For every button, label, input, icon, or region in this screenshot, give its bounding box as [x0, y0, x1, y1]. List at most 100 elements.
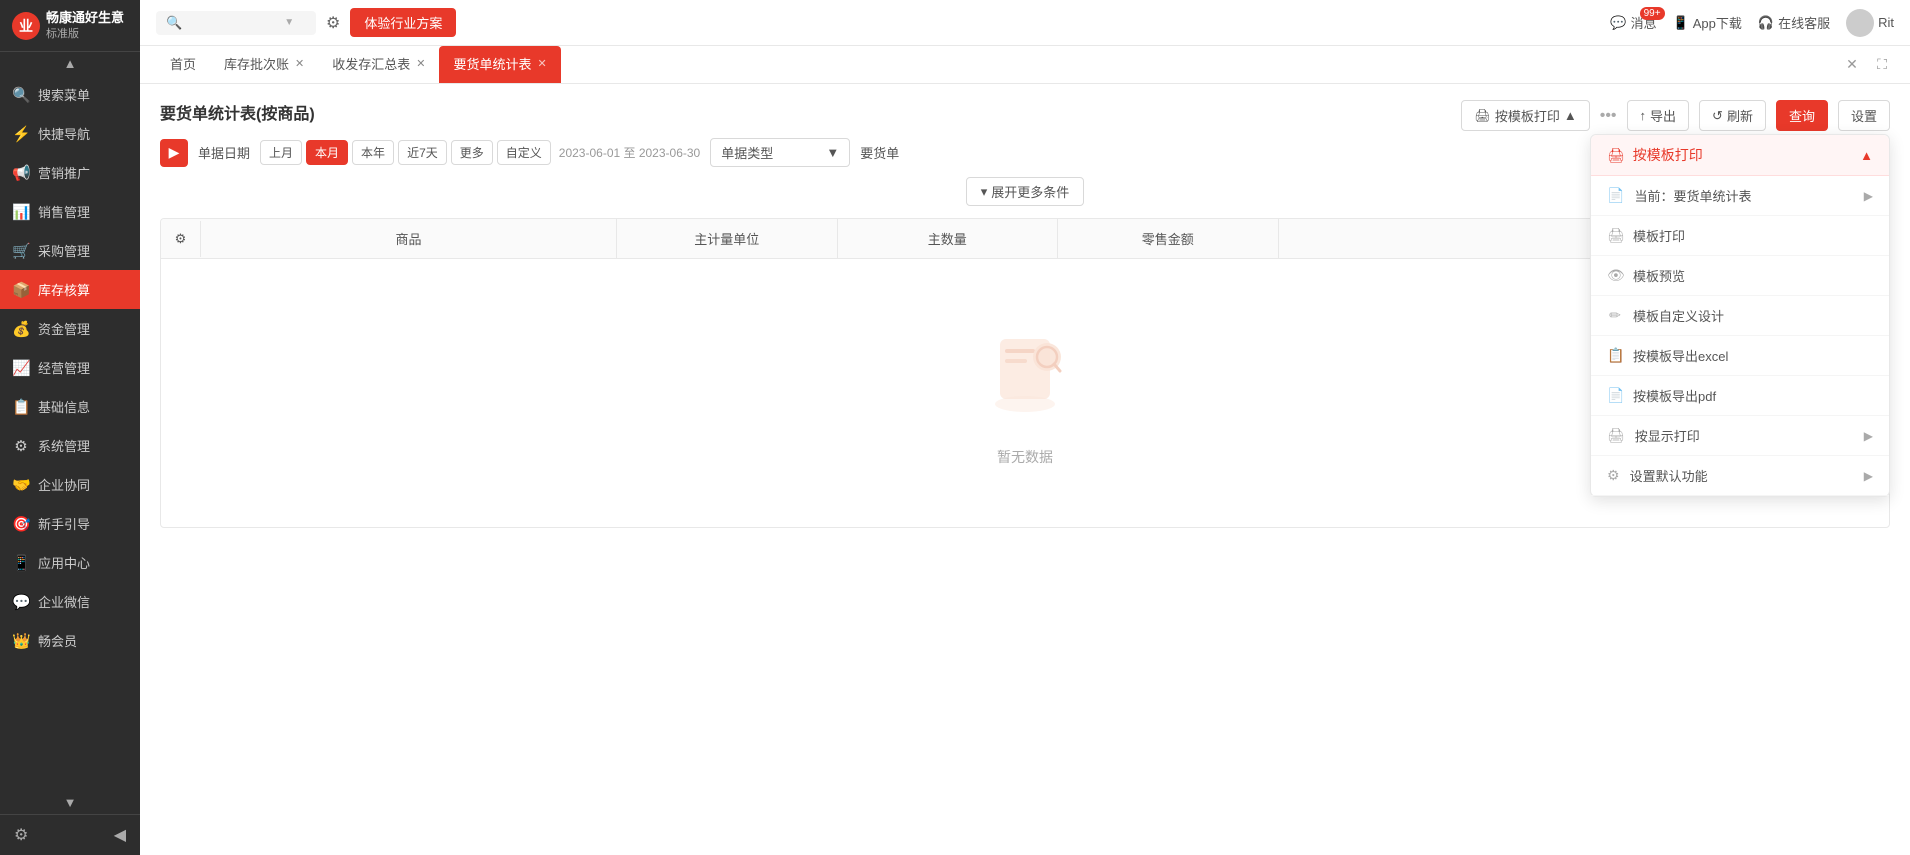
- trial-btn[interactable]: 体验行业方案: [350, 8, 456, 37]
- th-settings[interactable]: ⚙: [161, 221, 201, 257]
- sidebar-item-membership[interactable]: 👑 畅会员: [0, 621, 140, 660]
- settings-icon[interactable]: ⚙: [14, 825, 28, 845]
- quick-nav-icon: ⚡: [12, 125, 30, 143]
- sidebar-item-purchase[interactable]: 🛒 采购管理: [0, 231, 140, 270]
- set-default-chevron: ▶: [1864, 469, 1873, 483]
- search-menu-icon: 🔍: [12, 86, 30, 104]
- sidebar-item-inventory[interactable]: 📦 库存核算: [0, 270, 140, 309]
- more-options-btn[interactable]: •••: [1600, 107, 1617, 125]
- avatar: [1846, 9, 1874, 37]
- export-btn[interactable]: ↑ 导出: [1627, 100, 1690, 131]
- dropdown-chevron-up-icon: ▲: [1860, 148, 1873, 163]
- gear-icon[interactable]: ⚙: [326, 13, 340, 33]
- sidebar-item-system[interactable]: ⚙ 系统管理: [0, 426, 140, 465]
- date-btn-custom[interactable]: 自定义: [497, 140, 551, 165]
- sidebar-item-corp-wechat[interactable]: 💬 企业微信: [0, 582, 140, 621]
- tab-inventory-batch[interactable]: 库存批次账 ✕: [210, 46, 318, 83]
- app-download-btn[interactable]: 📱 App下载: [1673, 13, 1742, 32]
- print-template-header-icon: 🖨: [1607, 147, 1625, 164]
- tab-order-stats[interactable]: 要货单统计表 ✕: [439, 46, 560, 83]
- tab-home[interactable]: 首页: [156, 46, 210, 83]
- tabs-right: ✕ ⛶: [1840, 53, 1894, 77]
- dropdown-current-left: 📄 当前：要货单统计表: [1607, 186, 1751, 205]
- sidebar-logo: 业 畅康通好生意 标准版: [0, 0, 140, 52]
- export-icon: ↑: [1640, 108, 1647, 123]
- sidebar-item-finance[interactable]: 💰 资金管理: [0, 309, 140, 348]
- sidebar-item-marketing[interactable]: 📢 营销推广: [0, 153, 140, 192]
- date-btn-7days[interactable]: 近7天: [398, 140, 447, 165]
- th-unit: 主计量单位: [617, 219, 838, 258]
- dropdown-item-template-custom[interactable]: ✏ 模板自定义设计: [1591, 296, 1889, 336]
- membership-icon: 👑: [12, 632, 30, 650]
- template-preview-icon: 👁: [1607, 267, 1623, 284]
- date-btn-this-year[interactable]: 本年: [352, 140, 394, 165]
- dropdown-set-default[interactable]: ⚙ 设置默认功能 ▶: [1591, 456, 1889, 496]
- filter-expand-btn[interactable]: ▶: [160, 139, 188, 167]
- date-btn-last-month[interactable]: 上月: [260, 140, 302, 165]
- dropdown-display-print[interactable]: 🖨 按显示打印 ▶: [1591, 416, 1889, 456]
- topbar-right: 💬 消息 99+ 📱 App下载 🎧 在线客服 Rit: [1610, 9, 1894, 37]
- tab-maximize-btn[interactable]: ⛶: [1870, 53, 1894, 77]
- marketing-icon: 📢: [12, 164, 30, 182]
- system-icon: ⚙: [12, 437, 30, 455]
- print-icon: 🖨: [1474, 108, 1491, 124]
- sidebar-scroll-down[interactable]: ▼: [0, 791, 140, 814]
- tabs-bar: 首页 库存批次账 ✕ 收发存汇总表 ✕ 要货单统计表 ✕ ✕ ⛶: [140, 46, 1910, 84]
- tab-receipt-summary[interactable]: 收发存汇总表 ✕: [318, 46, 439, 83]
- dropdown-current-item[interactable]: 📄 当前：要货单统计表 ▶: [1591, 176, 1889, 216]
- corp-wechat-icon: 💬: [12, 593, 30, 611]
- display-print-left: 🖨 按显示打印: [1607, 426, 1700, 445]
- expand-more-icon: ▾: [981, 184, 988, 200]
- refresh-btn[interactable]: ↺ 刷新: [1699, 100, 1766, 131]
- dropdown-item-template-print[interactable]: 🖨 模板打印: [1591, 216, 1889, 256]
- page-content: 要货单统计表(按商品) 🖨 按模板打印 ▲ ••• ↑ 导出 ↺ 刷新: [140, 84, 1910, 855]
- messages-btn[interactable]: 💬 消息 99+: [1610, 13, 1656, 32]
- order-type-select[interactable]: 单据类型 ▼: [710, 138, 850, 167]
- main-area: 🔍 ▼ ⚙ 体验行业方案 💬 消息 99+ 📱 App下载 🎧 在线客服 R: [140, 0, 1910, 855]
- topbar-search-area[interactable]: 🔍 ▼: [156, 11, 316, 35]
- sidebar-item-operations[interactable]: 📈 经营管理: [0, 348, 140, 387]
- sidebar-item-basic-info[interactable]: 📋 基础信息: [0, 387, 140, 426]
- print-template-btn[interactable]: 🖨 按模板打印 ▲: [1461, 100, 1589, 131]
- th-amount: 零售金额: [1058, 219, 1279, 258]
- search-input[interactable]: [188, 16, 278, 30]
- expand-more-btn[interactable]: ▾ 展开更多条件: [966, 177, 1085, 206]
- page-actions: 🖨 按模板打印 ▲ ••• ↑ 导出 ↺ 刷新 查询 设置: [1461, 100, 1890, 131]
- tab-close-inventory-batch[interactable]: ✕: [295, 57, 304, 70]
- empty-icon: [975, 319, 1075, 435]
- sidebar-scroll-up[interactable]: ▲: [0, 52, 140, 75]
- sidebar: 业 畅康通好生意 标准版 ▲ 🔍 搜索菜单 ⚡ 快捷导航 📢 营销推广 📊 销售…: [0, 0, 140, 855]
- search-dropdown-arrow[interactable]: ▼: [284, 17, 294, 28]
- user-avatar-area[interactable]: Rit: [1846, 9, 1894, 37]
- page-inner: 要货单统计表(按商品) 🖨 按模板打印 ▲ ••• ↑ 导出 ↺ 刷新: [140, 84, 1910, 855]
- current-template-icon: 📄: [1607, 187, 1624, 204]
- sidebar-item-search-menu[interactable]: 🔍 搜索菜单: [0, 75, 140, 114]
- sidebar-item-guide[interactable]: 🎯 新手引导: [0, 504, 140, 543]
- online-service-btn[interactable]: 🎧 在线客服: [1758, 13, 1830, 32]
- message-icon: 💬: [1610, 15, 1626, 31]
- set-default-icon: ⚙: [1607, 467, 1620, 484]
- settings-btn[interactable]: 设置: [1838, 100, 1890, 131]
- tab-close-all-btn[interactable]: ✕: [1840, 53, 1864, 77]
- dropdown-header[interactable]: 🖨 按模板打印 ▲: [1591, 135, 1889, 176]
- template-print-icon: 🖨: [1607, 227, 1623, 244]
- export-pdf-icon: 📄: [1607, 387, 1623, 404]
- dropdown-item-export-pdf[interactable]: 📄 按模板导出pdf: [1591, 376, 1889, 416]
- chevron-right-icon: ▶: [1864, 189, 1873, 203]
- tab-close-receipt-summary[interactable]: ✕: [416, 57, 425, 70]
- sidebar-item-app-center[interactable]: 📱 应用中心: [0, 543, 140, 582]
- sidebar-item-sales[interactable]: 📊 销售管理: [0, 192, 140, 231]
- sidebar-item-enterprise[interactable]: 🤝 企业协同: [0, 465, 140, 504]
- dropdown-item-template-preview[interactable]: 👁 模板预览: [1591, 256, 1889, 296]
- export-excel-icon: 📋: [1607, 347, 1623, 364]
- date-filter-buttons: 上月 本月 本年 近7天 更多 自定义: [260, 140, 700, 165]
- dropdown-item-export-excel[interactable]: 📋 按模板导出excel: [1591, 336, 1889, 376]
- dropdown-header-left: 🖨 按模板打印: [1607, 145, 1703, 165]
- collapse-icon[interactable]: ◀: [114, 825, 126, 845]
- date-btn-this-month[interactable]: 本月: [306, 140, 348, 165]
- refresh-icon: ↺: [1712, 108, 1723, 124]
- query-btn[interactable]: 查询: [1776, 100, 1828, 131]
- date-btn-more[interactable]: 更多: [451, 140, 493, 165]
- tab-close-order-stats[interactable]: ✕: [538, 57, 547, 70]
- sidebar-item-quick-nav[interactable]: ⚡ 快捷导航: [0, 114, 140, 153]
